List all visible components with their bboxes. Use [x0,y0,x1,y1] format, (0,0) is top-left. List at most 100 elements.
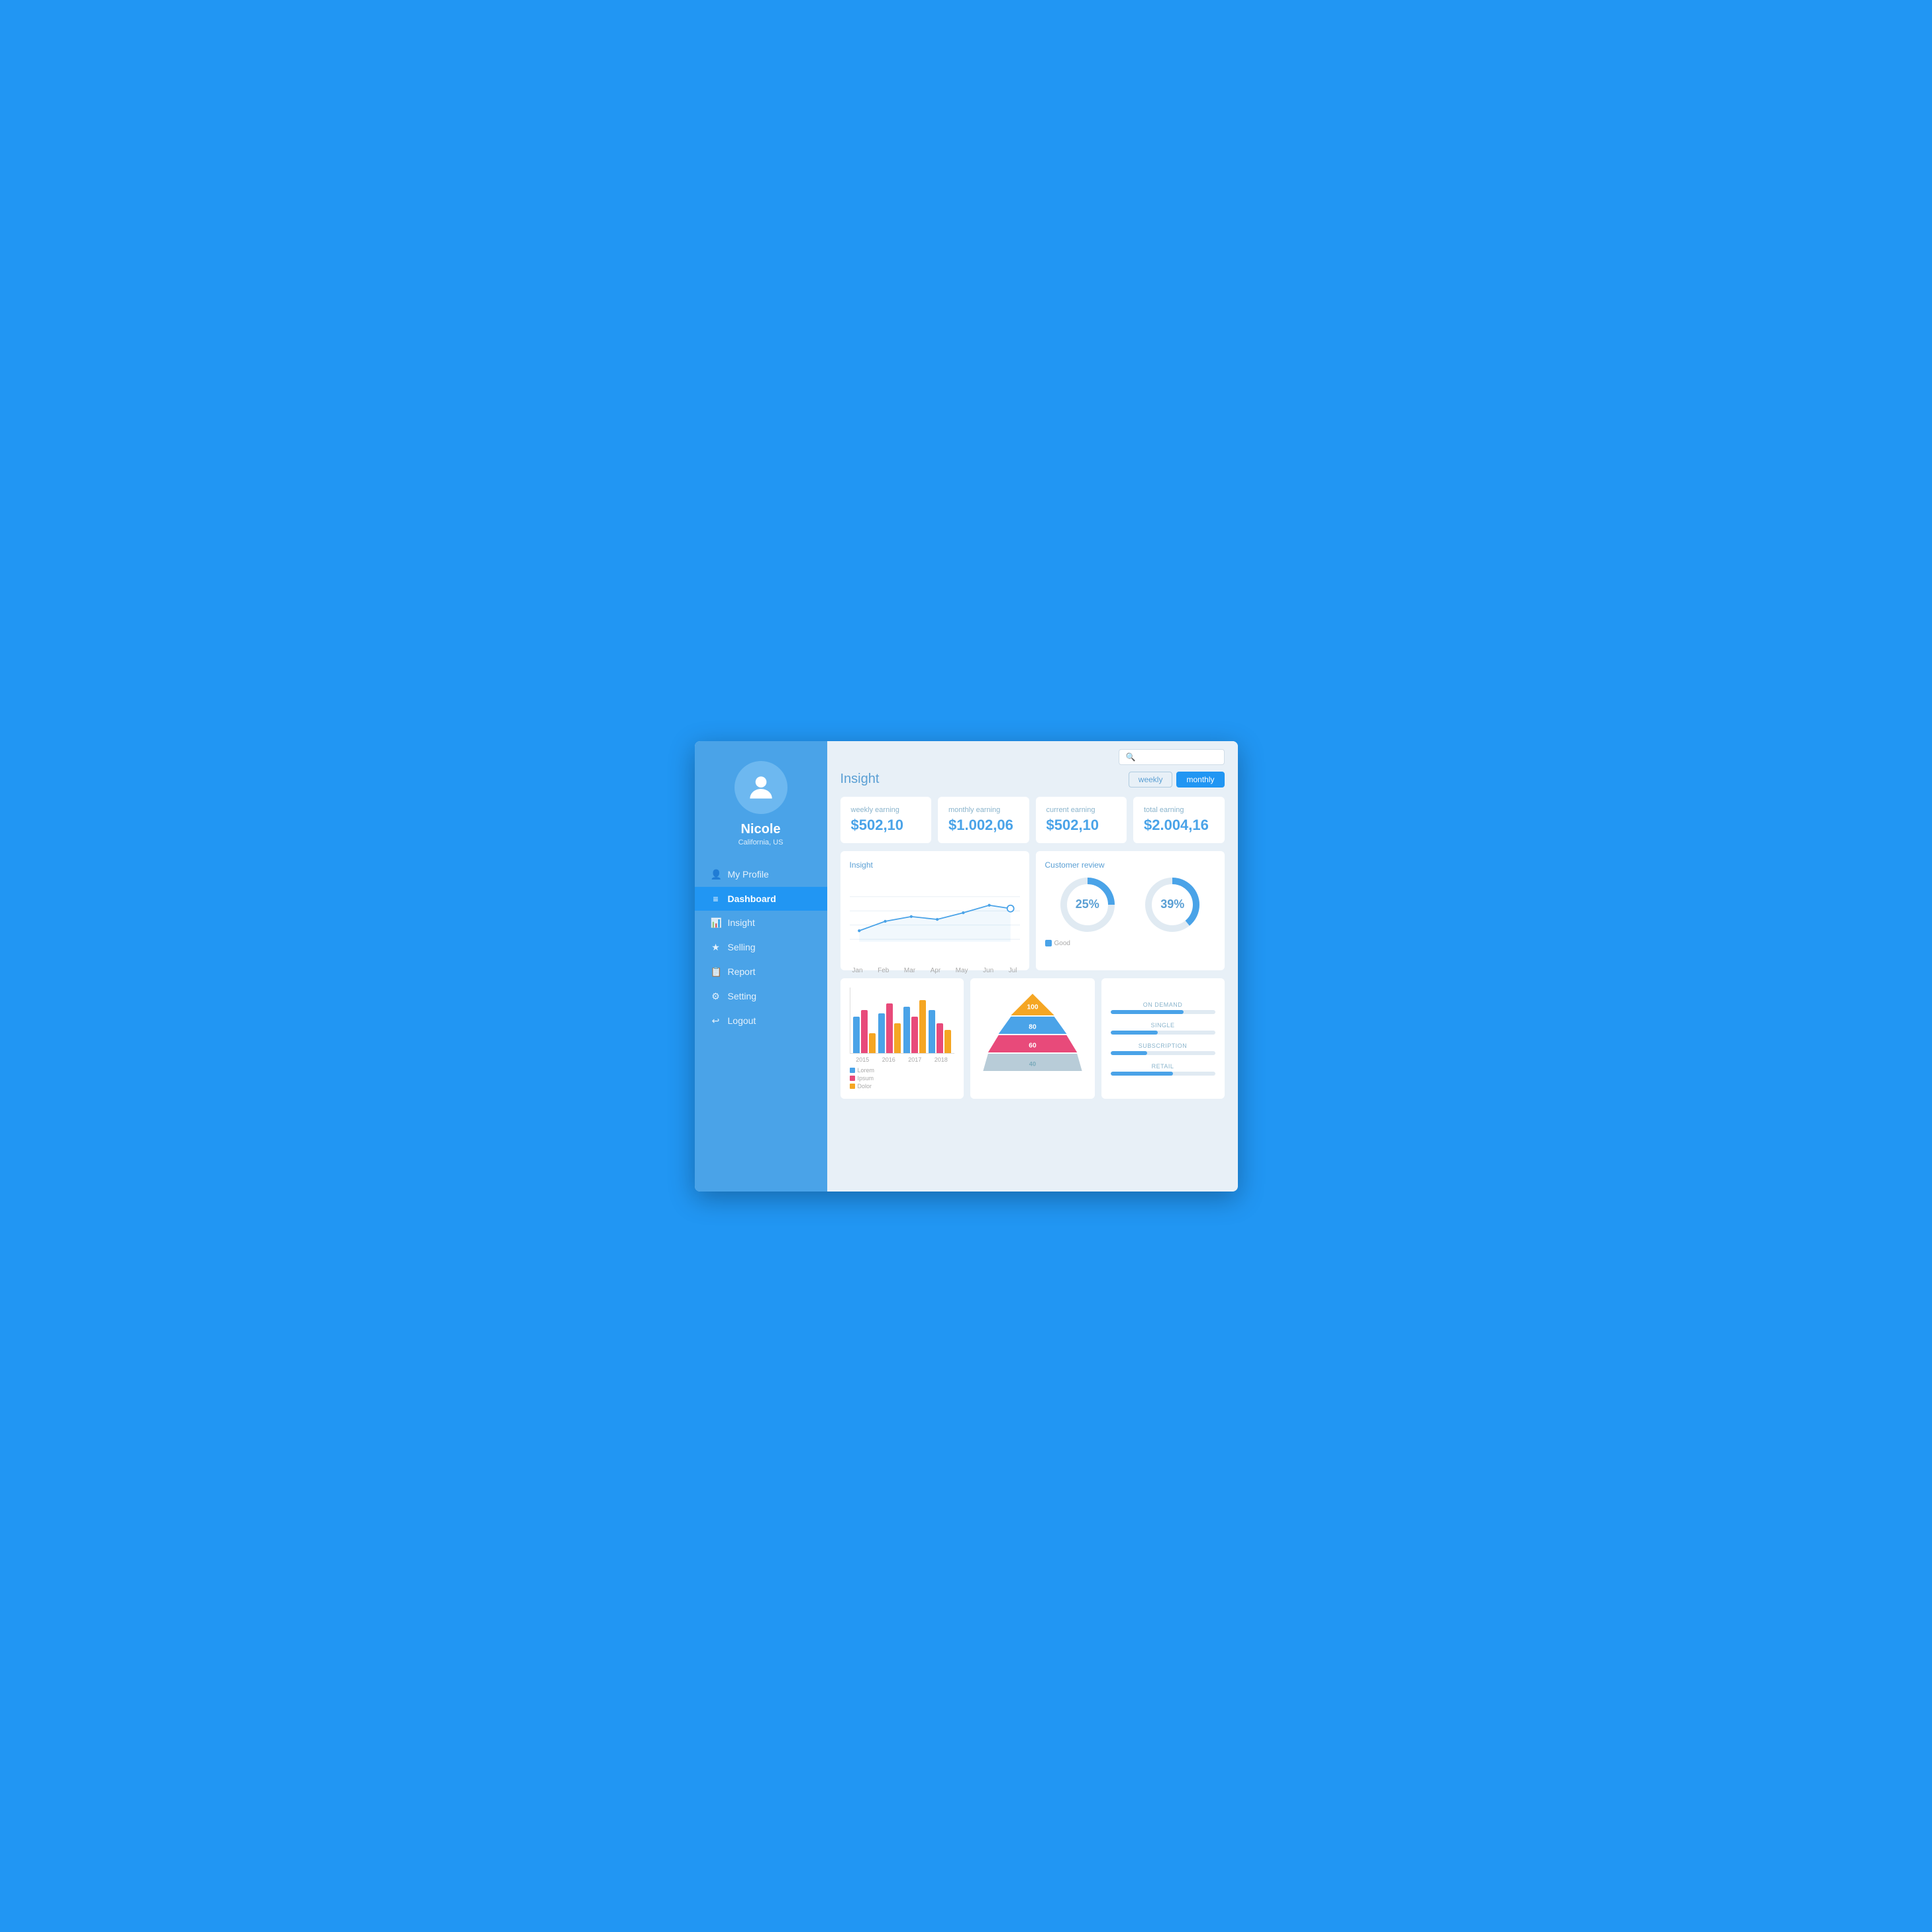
line-chart: Jan Feb Mar Apr May Jun Jul [850,875,1020,961]
pyramid-card: 100 80 60 40 [970,978,1095,1099]
bars-area [850,988,954,1054]
report-icon: 📋 [711,966,721,978]
year-2018: 2018 [935,1056,948,1063]
stat-value-2: $502,10 [1046,817,1117,834]
progress-fill-retail [1111,1072,1174,1076]
month-jul: Jul [1009,967,1017,974]
progress-label-subscription: SUBSCRIPTION [1111,1042,1215,1049]
year-2017: 2017 [908,1056,921,1063]
sidebar-item-report[interactable]: 📋 Report [695,960,827,984]
legend-dot-lorem [850,1068,855,1073]
legend-dot-ipsum [850,1076,855,1081]
donut-39: 39% [1143,875,1202,935]
stat-value-1: $1.002,06 [948,817,1019,834]
progress-on-demand: ON DEMAND [1111,1001,1215,1014]
bar-2017-ipsum [911,1017,918,1053]
progress-fill-on-demand [1111,1010,1184,1014]
legend-dot-dolor [850,1084,855,1089]
search-icon: 🔍 [1126,752,1136,762]
pyramid-chart: 100 80 60 40 [980,988,1086,1080]
avatar [735,761,788,814]
bar-2016-ipsum [886,1003,893,1053]
stats-row: weekly earning $502,10 monthly earning $… [840,797,1225,843]
period-buttons: weekly monthly [1129,772,1225,788]
bar-chart-card: 2015 2016 2017 2018 Lorem Ipsum [840,978,964,1099]
progress-single: SINGLE [1111,1022,1215,1035]
weekly-button[interactable]: weekly [1129,772,1173,788]
stat-label-3: total earning [1144,806,1214,814]
mid-row: Insight [840,851,1225,970]
progress-retail: RETAIL [1111,1063,1215,1076]
monthly-button[interactable]: monthly [1176,772,1224,788]
year-2016: 2016 [882,1056,895,1063]
insight-chart-card: Insight [840,851,1029,970]
dashboard-icon: ≡ [711,893,721,904]
insight-header: Insight weekly monthly [840,769,1225,789]
good-label: Good [1045,940,1215,947]
customer-review-title: Customer review [1045,860,1215,870]
bar-2018-ipsum [937,1023,943,1053]
chart-point-jan [858,929,860,932]
legend-label-ipsum: Ipsum [858,1075,874,1082]
main-content: 🔍 Insight weekly monthly weekly earning … [827,741,1238,1192]
donut-25: 25% [1058,875,1117,935]
pyramid-label-100: 100 [1027,1003,1038,1011]
stat-card-current: current earning $502,10 [1036,797,1127,843]
nav-label-profile: My Profile [728,869,769,880]
bar-2017-lorem [903,1007,910,1053]
stat-label-2: current earning [1046,806,1117,814]
month-apr: Apr [931,967,941,974]
progress-bars-card: ON DEMAND SINGLE SUBSCRIPTION [1101,978,1225,1099]
top-bar: 🔍 [827,741,1238,769]
bottom-row: 2015 2016 2017 2018 Lorem Ipsum [840,978,1225,1099]
bar-group-2015 [853,1010,876,1053]
month-jun: Jun [983,967,993,974]
bar-legend: Lorem Ipsum Dolor [850,1067,954,1090]
sidebar-item-logout[interactable]: ↩ Logout [695,1009,827,1033]
bar-2015-ipsum [861,1010,868,1053]
progress-label-on-demand: ON DEMAND [1111,1001,1215,1008]
nav-label-insight: Insight [728,917,755,928]
progress-label-retail: RETAIL [1111,1063,1215,1070]
nav-label-setting: Setting [728,991,757,1001]
search-box[interactable]: 🔍 [1119,749,1225,765]
sidebar-item-profile[interactable]: 👤 My Profile [695,862,827,887]
chart-point-mar [909,915,912,917]
bar-years: 2015 2016 2017 2018 [850,1056,954,1063]
progress-bg-subscription [1111,1051,1215,1055]
chart-point-jul [1007,905,1013,911]
nav-label-selling: Selling [728,942,756,952]
legend-lorem: Lorem [850,1067,954,1074]
bar-2018-dolor [944,1030,951,1053]
sidebar-item-selling[interactable]: ★ Selling [695,935,827,960]
chart-point-jun [988,903,990,906]
bar-2018-lorem [929,1010,935,1053]
insight-icon: 📊 [711,917,721,929]
donut-label-25: 25% [1076,897,1099,911]
progress-bg-single [1111,1031,1215,1035]
page-title: Insight [840,772,880,787]
year-2015: 2015 [856,1056,869,1063]
sidebar-item-dashboard[interactable]: ≡ Dashboard [695,887,827,911]
chart-point-apr [935,918,938,921]
stat-label-0: weekly earning [851,806,921,814]
bar-group-2017 [903,1000,926,1053]
bar-2015-dolor [869,1033,876,1053]
sidebar-item-insight[interactable]: 📊 Insight [695,911,827,935]
insight-chart-title: Insight [850,860,1020,870]
search-input[interactable] [1139,752,1217,762]
chart-point-may [962,911,964,914]
good-text: Good [1054,940,1070,947]
setting-icon: ⚙ [711,991,721,1002]
donut-row: 25% 39% [1045,875,1215,935]
sidebar-item-setting[interactable]: ⚙ Setting [695,984,827,1009]
chart-months: Jan Feb Mar Apr May Jun Jul [850,967,1020,974]
nav-label-logout: Logout [728,1015,756,1026]
pyramid-label-60: 60 [1029,1042,1037,1049]
dashboard-area: Insight weekly monthly weekly earning $5… [827,769,1238,1192]
donut-label-39: 39% [1160,897,1184,911]
bar-2016-lorem [878,1013,885,1053]
nav-label-report: Report [728,966,756,977]
logout-icon: ↩ [711,1015,721,1027]
nav-label-dashboard: Dashboard [728,893,776,904]
